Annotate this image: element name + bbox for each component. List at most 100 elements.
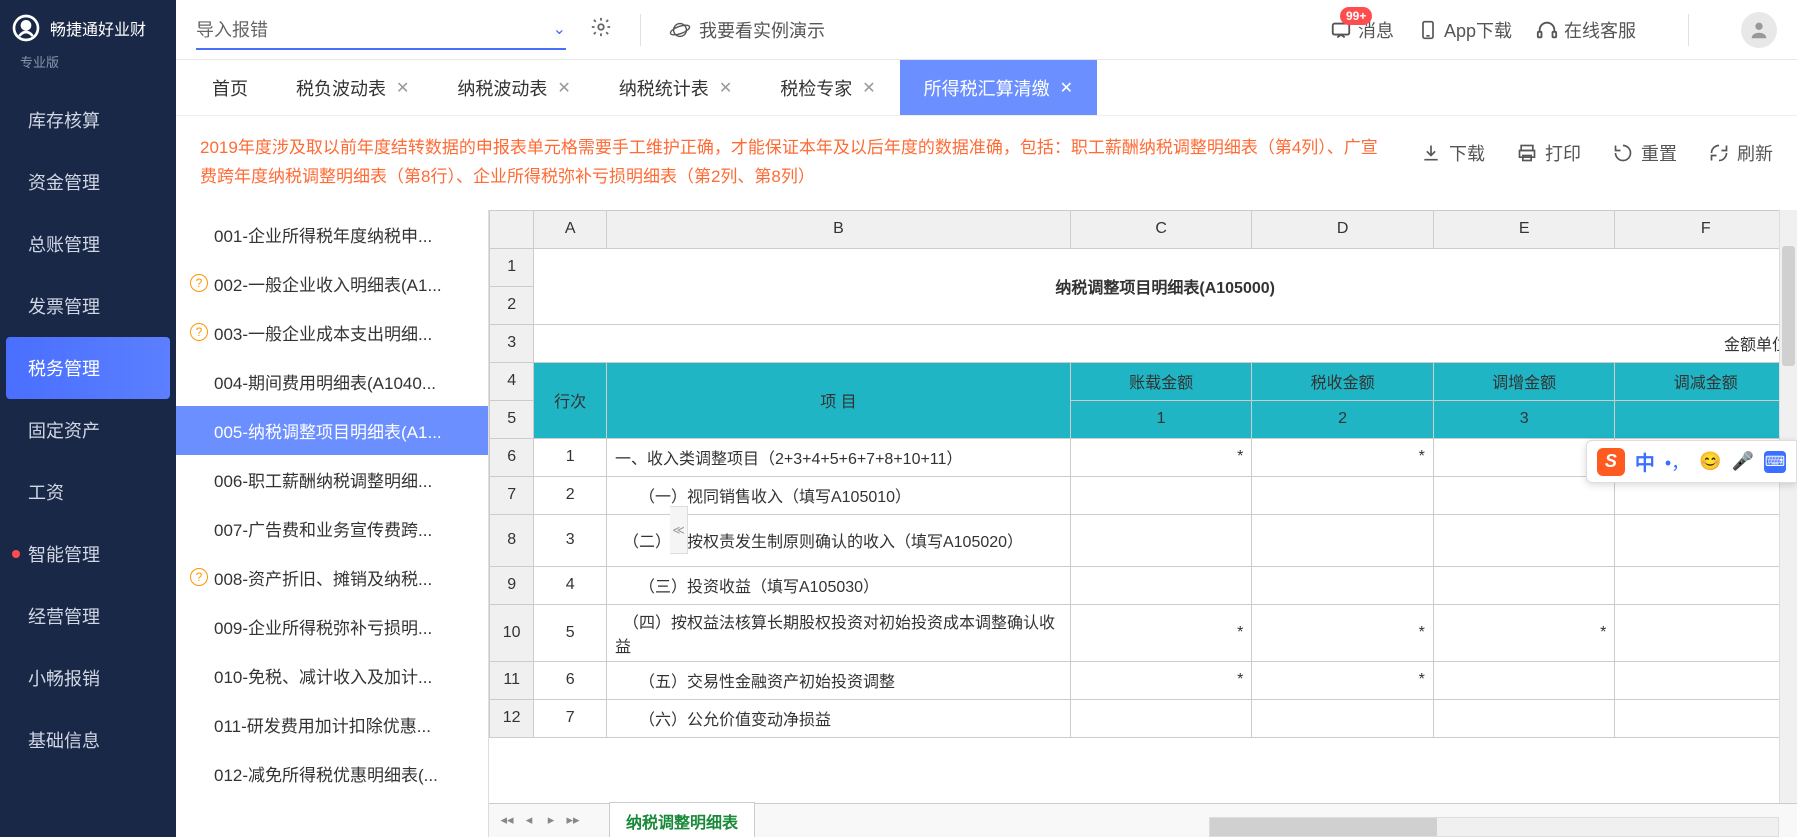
row-num[interactable]: 3 (490, 324, 534, 362)
ime-emoji-icon[interactable]: 😊 (1699, 451, 1721, 472)
nav-item-9[interactable]: 小畅报销 (0, 647, 176, 709)
sheet-title[interactable]: 纳税调整项目明细表(A105000) (534, 248, 1797, 324)
data-item[interactable]: 一、收入类调整项目（2+3+4+5+6+7+8+10+11） (606, 438, 1070, 476)
data-seq[interactable]: 6 (534, 661, 607, 699)
vertical-scrollbar[interactable] (1779, 210, 1797, 803)
form-item-8[interactable]: 009-企业所得税弥补亏损明... (176, 602, 488, 651)
row-num[interactable]: 11 (490, 661, 534, 699)
data-c[interactable] (1070, 476, 1252, 514)
tab-4[interactable]: 税检专家✕ (756, 60, 899, 115)
row-num[interactable]: 2 (490, 286, 534, 324)
close-icon[interactable]: ✕ (557, 78, 570, 98)
tab-1[interactable]: 税负波动表✕ (272, 60, 433, 115)
collapse-handle[interactable]: ≪ (670, 506, 688, 554)
data-d[interactable] (1252, 476, 1434, 514)
form-item-10[interactable]: 011-研发费用加计扣除优惠... (176, 700, 488, 749)
ime-keyboard-icon[interactable]: ⌨ (1764, 451, 1786, 473)
support-button[interactable]: 在线客服 (1536, 17, 1636, 43)
sheet-tab[interactable]: 纳税调整明细表 (609, 802, 755, 837)
data-e[interactable] (1433, 514, 1615, 566)
form-item-6[interactable]: 007-广告费和业务宣传费跨... (176, 504, 488, 553)
col-header-C[interactable]: C (1070, 210, 1252, 248)
data-d[interactable]: * (1252, 438, 1434, 476)
refresh-button[interactable]: 刷新 (1709, 140, 1773, 166)
data-seq[interactable]: 3 (534, 514, 607, 566)
form-item-3[interactable]: 004-期间费用明细表(A1040... (176, 357, 488, 406)
data-d[interactable] (1252, 699, 1434, 737)
data-seq[interactable]: 2 (534, 476, 607, 514)
nav-item-5[interactable]: 固定资产 (0, 399, 176, 461)
demo-link[interactable]: 我要看实例演示 (669, 17, 825, 43)
data-f[interactable] (1615, 604, 1797, 661)
tab-2[interactable]: 纳税波动表✕ (433, 60, 594, 115)
ime-mic-icon[interactable]: 🎤 (1732, 451, 1754, 472)
hdr-c[interactable]: 账载金额 (1070, 362, 1252, 400)
data-item[interactable]: （五）交易性金融资产初始投资调整 (606, 661, 1070, 699)
horizontal-scrollbar[interactable] (1209, 817, 1779, 837)
form-item-11[interactable]: 012-减免所得税优惠明细表(... (176, 749, 488, 798)
data-item[interactable]: （六）公允价值变动净损益 (606, 699, 1070, 737)
hdr2-e[interactable]: 3 (1433, 400, 1615, 438)
data-c[interactable] (1070, 699, 1252, 737)
avatar[interactable] (1741, 12, 1777, 48)
nav-item-4[interactable]: 税务管理 (6, 337, 170, 399)
form-item-5[interactable]: 006-职工薪酬纳税调整明细... (176, 455, 488, 504)
data-d[interactable] (1252, 514, 1434, 566)
print-button[interactable]: 打印 (1517, 140, 1581, 166)
hdr2-c[interactable]: 1 (1070, 400, 1252, 438)
row-num[interactable]: 9 (490, 566, 534, 604)
close-icon[interactable]: ✕ (862, 78, 875, 98)
nav-item-6[interactable]: 工资 (0, 461, 176, 523)
row-num[interactable]: 10 (490, 604, 534, 661)
data-item[interactable]: （四）按权益法核算长期股权投资对初始投资成本调整确认收益 (606, 604, 1070, 661)
tab-0[interactable]: 首页 (188, 60, 272, 115)
data-c[interactable]: * (1070, 438, 1252, 476)
data-c[interactable]: * (1070, 604, 1252, 661)
nav-item-0[interactable]: 库存核算 (0, 89, 176, 151)
col-header-F[interactable]: F (1615, 210, 1797, 248)
sheet-nav-first[interactable]: ◂◂ (497, 812, 517, 828)
sheet-nav-next[interactable]: ▸ (541, 812, 561, 828)
form-item-4[interactable]: 005-纳税调整项目明细表(A1... (176, 406, 488, 455)
col-header-D[interactable]: D (1252, 210, 1434, 248)
row-num[interactable]: 7 (490, 476, 534, 514)
hdr2-f[interactable] (1615, 400, 1797, 438)
corner-cell[interactable] (490, 210, 534, 248)
data-c[interactable] (1070, 566, 1252, 604)
data-seq[interactable]: 4 (534, 566, 607, 604)
hdr-e[interactable]: 调增金额 (1433, 362, 1615, 400)
data-f[interactable] (1615, 566, 1797, 604)
unit-label[interactable]: 金额单位 (534, 324, 1797, 362)
data-e[interactable] (1433, 566, 1615, 604)
data-d[interactable] (1252, 566, 1434, 604)
reset-button[interactable]: 重置 (1613, 140, 1677, 166)
col-header-E[interactable]: E (1433, 210, 1615, 248)
ime-toolbar[interactable]: S 中 •， 😊 🎤 ⌨ (1586, 440, 1797, 483)
data-e[interactable] (1433, 661, 1615, 699)
sheet-nav-last[interactable]: ▸▸ (563, 812, 583, 828)
hdr-f[interactable]: 调减金额 (1615, 362, 1797, 400)
row-num[interactable]: 8 (490, 514, 534, 566)
app-download-button[interactable]: App下载 (1418, 17, 1512, 43)
data-seq[interactable]: 7 (534, 699, 607, 737)
col-header-A[interactable]: A (534, 210, 607, 248)
data-seq[interactable]: 1 (534, 438, 607, 476)
hdr2-d[interactable]: 2 (1252, 400, 1434, 438)
close-icon[interactable]: ✕ (1060, 78, 1073, 98)
sheet-nav-prev[interactable]: ◂ (519, 812, 539, 828)
nav-item-8[interactable]: 经营管理 (0, 585, 176, 647)
download-button[interactable]: 下载 (1421, 140, 1485, 166)
data-f[interactable] (1615, 661, 1797, 699)
row-num[interactable]: 4 (490, 362, 534, 400)
nav-item-7[interactable]: 智能管理 (0, 523, 176, 585)
tab-5[interactable]: 所得税汇算清缴✕ (900, 60, 1097, 115)
hdr-rownum[interactable]: 行次 (534, 362, 607, 438)
messages-button[interactable]: 99+ 消息 (1330, 17, 1394, 43)
data-d[interactable]: * (1252, 604, 1434, 661)
gear-icon[interactable] (590, 16, 612, 44)
close-icon[interactable]: ✕ (396, 78, 409, 98)
close-icon[interactable]: ✕ (719, 78, 732, 98)
col-header-B[interactable]: B (606, 210, 1070, 248)
search-dropdown[interactable]: 导入报错 ⌄ (196, 10, 566, 50)
tab-3[interactable]: 纳税统计表✕ (595, 60, 756, 115)
